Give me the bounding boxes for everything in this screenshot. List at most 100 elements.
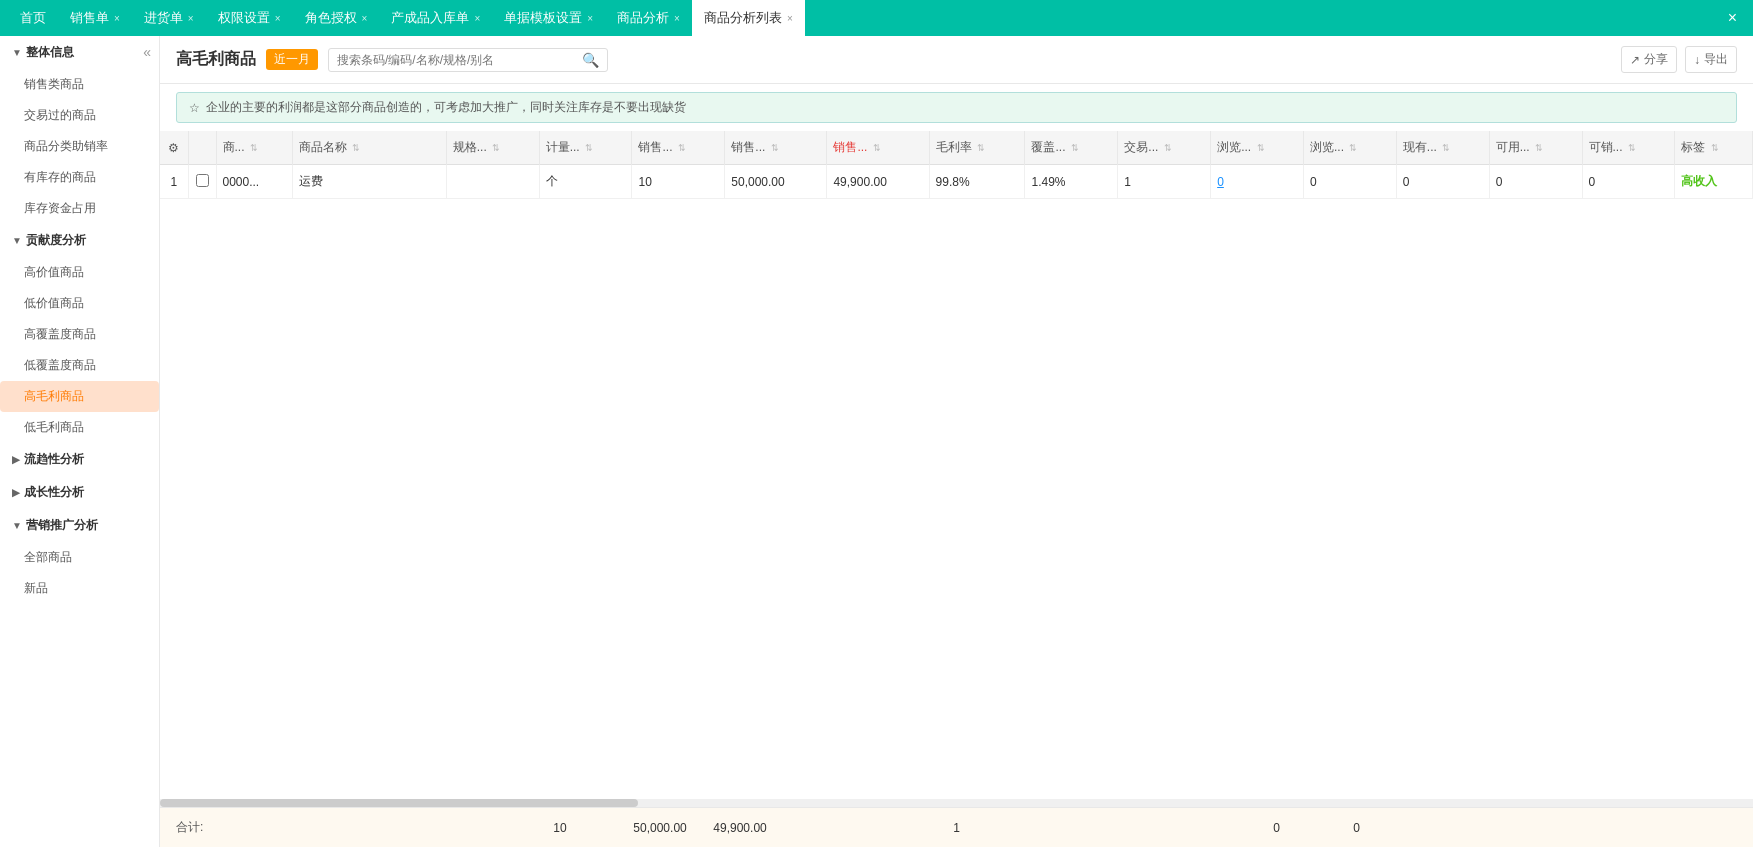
col-stock-now[interactable]: 现有... ⇅ <box>1396 131 1489 165</box>
nav-sales-order-label: 销售单 <box>70 9 109 27</box>
sidebar-collapse-button[interactable]: « <box>143 44 151 60</box>
search-icon[interactable]: 🔍 <box>582 52 599 68</box>
nav-purchase-order-close[interactable]: × <box>188 13 194 24</box>
col-transaction[interactable]: 交易... ⇅ <box>1118 131 1211 165</box>
col-gross-rate-sort: ⇅ <box>977 143 985 153</box>
nav-template[interactable]: 单据模板设置 × <box>492 0 605 36</box>
nav-analysis-close[interactable]: × <box>674 13 680 24</box>
col-tag-sort: ⇅ <box>1711 143 1719 153</box>
share-label: 分享 <box>1644 51 1668 68</box>
nav-analysis[interactable]: 商品分析 × <box>605 0 692 36</box>
search-box: 🔍 <box>328 48 608 72</box>
col-saleable[interactable]: 可销... ⇅ <box>1582 131 1675 165</box>
sidebar-item-traded-goods[interactable]: 交易过的商品 <box>0 100 159 131</box>
col-settings[interactable]: ⚙ <box>160 131 188 165</box>
col-gross-rate-label: 毛利率 <box>936 140 972 154</box>
sidebar-item-all-goods[interactable]: 全部商品 <box>0 542 159 573</box>
nav-permission-label: 权限设置 <box>218 9 270 27</box>
row-available: 0 <box>1489 165 1582 199</box>
nav-permission[interactable]: 权限设置 × <box>206 0 293 36</box>
sidebar-item-stock-goods[interactable]: 有库存的商品 <box>0 162 159 193</box>
row-browse2: 0 <box>1304 165 1397 199</box>
nav-home[interactable]: 首页 <box>8 0 58 36</box>
window-close-button[interactable]: × <box>1720 9 1745 27</box>
col-sales-qty[interactable]: 销售... ⇅ <box>632 131 725 165</box>
col-browse2[interactable]: 浏览... ⇅ <box>1304 131 1397 165</box>
row-transaction: 1 <box>1118 165 1211 199</box>
nav-analysis-list[interactable]: 商品分析列表 × <box>692 0 805 36</box>
sidebar-item-category-rate[interactable]: 商品分类助销率 <box>0 131 159 162</box>
sidebar-item-low-coverage[interactable]: 低覆盖度商品 <box>0 350 159 381</box>
col-browse1[interactable]: 浏览... ⇅ <box>1211 131 1304 165</box>
nav-role[interactable]: 角色授权 × <box>293 0 380 36</box>
row-browse1-link[interactable]: 0 <box>1217 175 1224 189</box>
row-browse1[interactable]: 0 <box>1211 165 1304 199</box>
nav-sales-order[interactable]: 销售单 × <box>58 0 132 36</box>
sidebar-group-marketing-arrow: ▼ <box>12 520 22 531</box>
col-checkbox <box>188 131 216 165</box>
bottom-scrollbar-thumb[interactable] <box>160 799 638 807</box>
time-filter-button[interactable]: 近一月 <box>266 49 318 70</box>
footer-sales-qty: 10 <box>547 821 627 835</box>
nav-product-stock[interactable]: 产成品入库单 × <box>379 0 492 36</box>
nav-sales-order-close[interactable]: × <box>114 13 120 24</box>
sidebar-group-overall-label: 整体信息 <box>26 44 74 61</box>
col-spec[interactable]: 规格... ⇅ <box>446 131 539 165</box>
col-gross-rate[interactable]: 毛利率 ⇅ <box>929 131 1025 165</box>
sidebar-item-low-margin[interactable]: 低毛利商品 <box>0 412 159 443</box>
col-coverage-sort: ⇅ <box>1071 143 1079 153</box>
sidebar-item-low-value[interactable]: 低价值商品 <box>0 288 159 319</box>
footer-transaction: 1 <box>947 821 1027 835</box>
footer-sales-amount: 50,000.00 <box>627 821 707 835</box>
col-sales-cost[interactable]: 销售... ⇅ <box>827 131 929 165</box>
sidebar-group-flow[interactable]: ▶ 流趋性分析 <box>0 443 159 476</box>
sidebar-group-growth-label: 成长性分析 <box>24 484 84 501</box>
sidebar-group-marketing[interactable]: ▼ 营销推广分析 <box>0 509 159 542</box>
bottom-scrollbar[interactable] <box>160 799 1753 807</box>
nav-analysis-list-close[interactable]: × <box>787 13 793 24</box>
col-sales-amount[interactable]: 销售... ⇅ <box>725 131 827 165</box>
col-sales-cost-sort: ⇅ <box>873 143 881 153</box>
sidebar-item-new-goods[interactable]: 新品 <box>0 573 159 604</box>
sidebar-item-high-coverage[interactable]: 高覆盖度商品 <box>0 319 159 350</box>
footer-label: 合计: <box>176 819 203 836</box>
col-browse1-label: 浏览... <box>1217 140 1251 154</box>
nav-purchase-order[interactable]: 进货单 × <box>132 0 206 36</box>
content-area: 高毛利商品 近一月 🔍 ↗ 分享 ↓ 导出 ☆ 企业的主要的利润都是这部分商品创… <box>160 36 1753 847</box>
sidebar-group-growth[interactable]: ▶ 成长性分析 <box>0 476 159 509</box>
sidebar-item-high-margin[interactable]: 高毛利商品 <box>0 381 159 412</box>
nav-product-stock-label: 产成品入库单 <box>391 9 469 27</box>
sidebar-item-high-value[interactable]: 高价值商品 <box>0 257 159 288</box>
export-button[interactable]: ↓ 导出 <box>1685 46 1737 73</box>
col-unit[interactable]: 计量... ⇅ <box>539 131 632 165</box>
sidebar-group-contribution[interactable]: ▼ 贡献度分析 <box>0 224 159 257</box>
nav-permission-close[interactable]: × <box>275 13 281 24</box>
sidebar-group-overall-arrow: ▼ <box>12 47 22 58</box>
sidebar-item-sales-goods[interactable]: 销售类商品 <box>0 69 159 100</box>
nav-template-close[interactable]: × <box>587 13 593 24</box>
nav-role-close[interactable]: × <box>362 13 368 24</box>
sidebar-group-flow-label: 流趋性分析 <box>24 451 84 468</box>
col-name[interactable]: 商品名称 ⇅ <box>292 131 446 165</box>
col-stock-now-sort: ⇅ <box>1442 143 1450 153</box>
col-coverage[interactable]: 覆盖... ⇅ <box>1025 131 1118 165</box>
sidebar-item-stock-capital[interactable]: 库存资金占用 <box>0 193 159 224</box>
row-checkbox[interactable] <box>188 165 216 199</box>
sidebar: « ▼ 整体信息 销售类商品 交易过的商品 商品分类助销率 有库存的商品 库存资… <box>0 36 160 847</box>
col-tag-label: 标签 <box>1681 140 1705 154</box>
col-tag[interactable]: 标签 ⇅ <box>1675 131 1753 165</box>
page-title: 高毛利商品 <box>176 49 256 70</box>
main-layout: « ▼ 整体信息 销售类商品 交易过的商品 商品分类助销率 有库存的商品 库存资… <box>0 36 1753 847</box>
nav-product-stock-close[interactable]: × <box>474 13 480 24</box>
table-header-row: ⚙ 商... ⇅ 商品名称 ⇅ 规格... ⇅ <box>160 131 1753 165</box>
col-available[interactable]: 可用... ⇅ <box>1489 131 1582 165</box>
col-code-sort: ⇅ <box>250 143 258 153</box>
share-button[interactable]: ↗ 分享 <box>1621 46 1677 73</box>
sidebar-group-overall[interactable]: ▼ 整体信息 <box>0 36 159 69</box>
col-code[interactable]: 商... ⇅ <box>216 131 292 165</box>
col-transaction-sort: ⇅ <box>1164 143 1172 153</box>
footer-available: 0 <box>1267 821 1347 835</box>
search-input[interactable] <box>337 53 582 67</box>
nav-analysis-label: 商品分析 <box>617 9 669 27</box>
row-checkbox-input[interactable] <box>196 174 209 187</box>
